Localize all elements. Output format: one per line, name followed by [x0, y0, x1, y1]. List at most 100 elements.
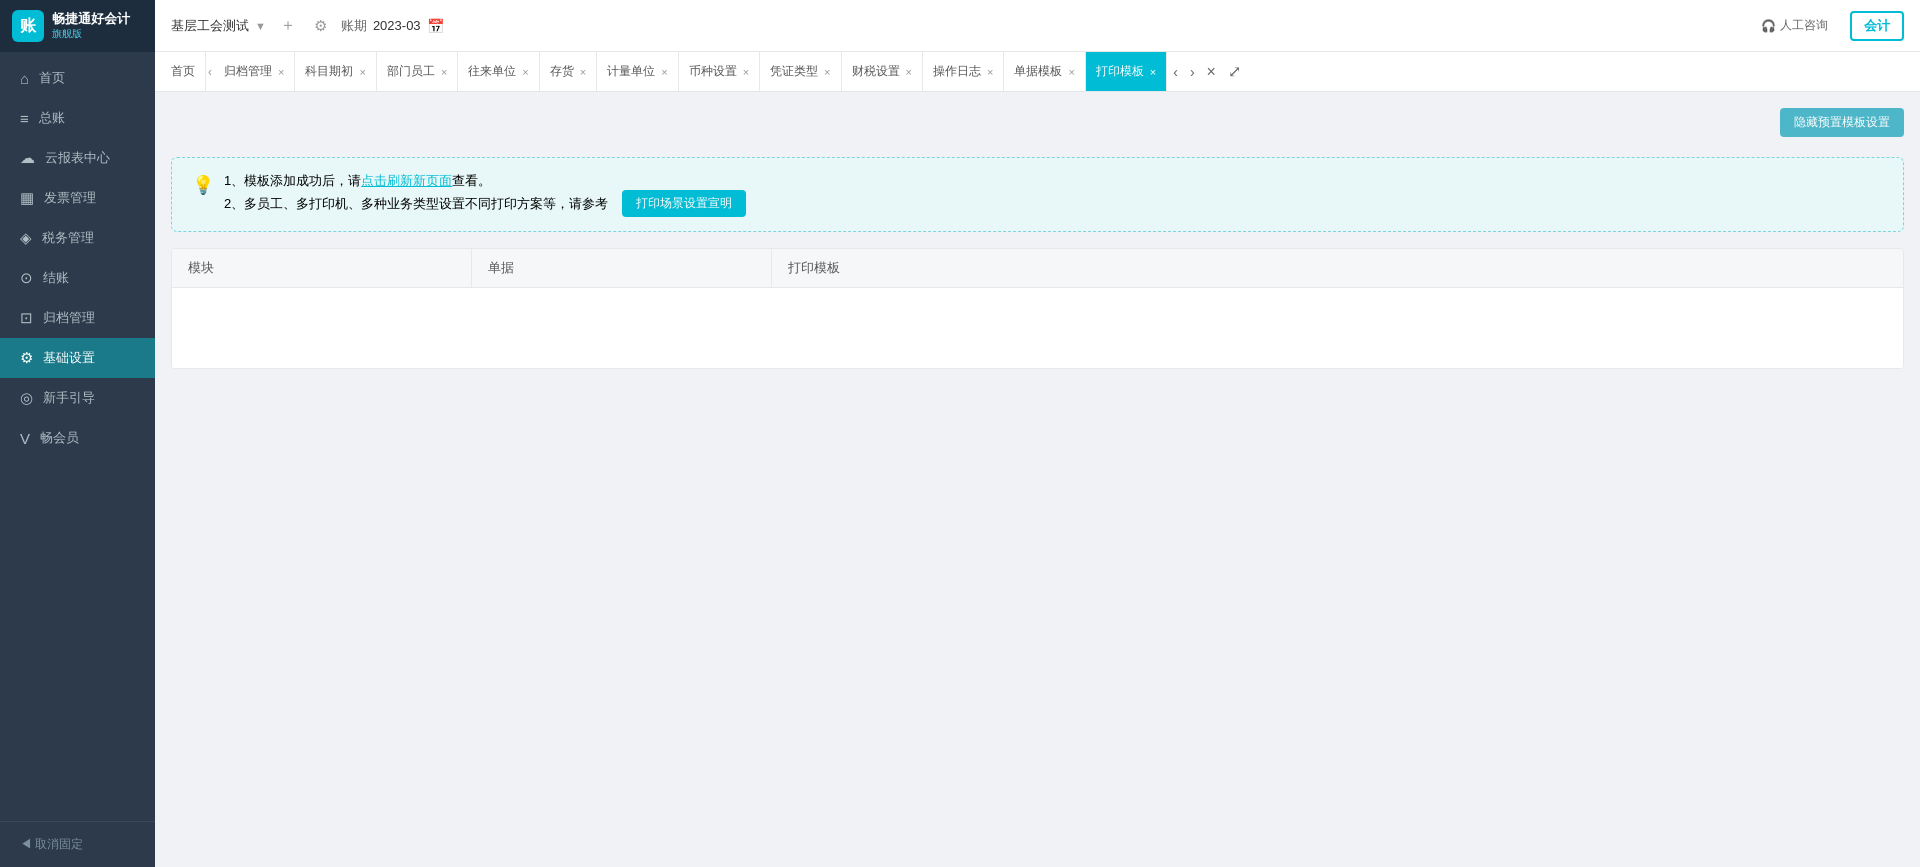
guide-icon: ◎ [20, 389, 33, 407]
tab-supplier-label: 往来单位 [468, 63, 516, 80]
member-icon: V [20, 430, 30, 447]
tab-subject[interactable]: 科目期初 × [295, 52, 376, 92]
tab-measure[interactable]: 计量单位 × [597, 52, 678, 92]
settings-icon: ⚙ [20, 349, 33, 367]
tab-receipt-close[interactable]: × [1068, 66, 1074, 78]
sidebar-item-archive[interactable]: ⊡ 归档管理 [0, 298, 155, 338]
info-box: 💡 1、模板添加成功后，请点击刷新新页面查看。 2、多员工、多打印机、多种业务类… [171, 157, 1904, 232]
topbar: 基层工会测试 ▼ ＋ ⚙ 账期 2023-03 📅 🎧 人工咨询 会计 [155, 0, 1920, 52]
tab-department-label: 部门员工 [387, 63, 435, 80]
sidebar-item-tax[interactable]: ◈ 税务管理 [0, 218, 155, 258]
headset-icon: 🎧 [1761, 19, 1776, 33]
archive-icon: ⊡ [20, 309, 33, 327]
data-table: 模块 单据 打印模板 [171, 248, 1904, 369]
sidebar-item-closing-label: 结账 [43, 269, 69, 287]
col-module: 模块 [172, 249, 472, 287]
tab-expand-button[interactable]: ⤢ [1222, 52, 1247, 92]
tab-nav-prev[interactable]: ‹ [1167, 52, 1184, 92]
help-button[interactable]: 🎧 人工咨询 [1761, 17, 1828, 34]
tab-print[interactable]: 打印模板 × [1086, 52, 1167, 92]
tabbar: 首页 ‹ 归档管理 × 科目期初 × 部门员工 × 往来单位 × 存货 × 计量… [155, 52, 1920, 92]
tab-home[interactable]: 首页 [161, 52, 206, 92]
tab-archive-close[interactable]: × [278, 66, 284, 78]
sidebar-item-closing[interactable]: ⊙ 结账 [0, 258, 155, 298]
calendar-icon[interactable]: 📅 [427, 18, 444, 34]
tab-department[interactable]: 部门员工 × [377, 52, 458, 92]
sidebar-item-guide-label: 新手引导 [43, 389, 95, 407]
company-selector[interactable]: 基层工会测试 ▼ [171, 17, 266, 35]
sidebar-item-ledger-label: 总账 [39, 109, 65, 127]
sidebar-item-ledger[interactable]: ≡ 总账 [0, 98, 155, 138]
sidebar-item-member-label: 畅会员 [40, 429, 79, 447]
tab-voucher-close[interactable]: × [824, 66, 830, 78]
tab-department-close[interactable]: × [441, 66, 447, 78]
lightbulb-icon: 💡 [192, 174, 214, 196]
logo-area: 账 畅捷通好会计 旗舰版 [0, 0, 155, 52]
sidebar-item-member[interactable]: V 畅会员 [0, 418, 155, 458]
tab-subject-close[interactable]: × [359, 66, 365, 78]
sidebar-item-guide[interactable]: ◎ 新手引导 [0, 378, 155, 418]
tab-inventory-label: 存货 [550, 63, 574, 80]
hide-preview-button[interactable]: 隐藏预置模板设置 [1780, 108, 1904, 137]
tab-receipt[interactable]: 单据模板 × [1004, 52, 1085, 92]
tab-chevron: ‹ [206, 65, 214, 79]
ledger-icon: ≡ [20, 110, 29, 127]
sidebar-item-settings[interactable]: ⚙ 基础设置 [0, 338, 155, 378]
tab-subject-label: 科目期初 [305, 63, 353, 80]
info-line2: 2、多员工、多打印机、多种业务类型设置不同打印方案等，请参考 打印场景设置宣明 [224, 190, 746, 217]
tab-home-label: 首页 [171, 63, 195, 80]
sidebar-nav: ⌂ 首页 ≡ 总账 ☁ 云报表中心 ▦ 发票管理 ◈ 税务管理 ⊙ 结账 ⊡ 归… [0, 52, 155, 821]
tab-measure-label: 计量单位 [607, 63, 655, 80]
tab-supplier[interactable]: 往来单位 × [458, 52, 539, 92]
tab-voucher-label: 凭证类型 [770, 63, 818, 80]
settings-cog-button[interactable]: ⚙ [310, 17, 331, 35]
sidebar-item-home[interactable]: ⌂ 首页 [0, 58, 155, 98]
info-refresh-link[interactable]: 点击刷新新页面 [361, 173, 452, 188]
sidebar-item-invoice-label: 发票管理 [44, 189, 96, 207]
sidebar-item-reports-label: 云报表中心 [45, 149, 110, 167]
reports-icon: ☁ [20, 149, 35, 167]
tab-archive[interactable]: 归档管理 × [214, 52, 295, 92]
info-text-after: 查看。 [452, 173, 491, 188]
closing-icon: ⊙ [20, 269, 33, 287]
add-tab-button[interactable]: ＋ [276, 15, 300, 36]
tab-nav-next[interactable]: › [1184, 52, 1201, 92]
tab-taxsettings-close[interactable]: × [906, 66, 912, 78]
logo-icon: 账 [12, 10, 44, 42]
sidebar-item-reports[interactable]: ☁ 云报表中心 [0, 138, 155, 178]
tab-taxsettings[interactable]: 财税设置 × [842, 52, 923, 92]
tab-oplog[interactable]: 操作日志 × [923, 52, 1004, 92]
accountant-button[interactable]: 会计 [1850, 11, 1904, 41]
tab-voucher[interactable]: 凭证类型 × [760, 52, 841, 92]
col-print-template: 打印模板 [772, 249, 1903, 287]
tax-icon: ◈ [20, 229, 32, 247]
period-selector: 账期 2023-03 📅 [341, 17, 444, 35]
period-label: 账期 [341, 17, 367, 35]
tab-currency[interactable]: 币种设置 × [679, 52, 760, 92]
info-line1: 1、模板添加成功后，请点击刷新新页面查看。 [224, 172, 746, 190]
home-icon: ⌂ [20, 70, 29, 87]
sidebar-unpin[interactable]: ◀ 取消固定 [0, 821, 155, 867]
sidebar-footer-label: ◀ 取消固定 [20, 836, 83, 853]
help-label: 人工咨询 [1780, 17, 1828, 34]
tab-supplier-close[interactable]: × [522, 66, 528, 78]
tab-taxsettings-label: 财税设置 [852, 63, 900, 80]
print-scene-button[interactable]: 打印场景设置宣明 [622, 190, 746, 217]
tab-inventory-close[interactable]: × [580, 66, 586, 78]
tab-archive-label: 归档管理 [224, 63, 272, 80]
tab-inventory[interactable]: 存货 × [540, 52, 597, 92]
tab-close-all-button[interactable]: × [1201, 52, 1222, 92]
tab-receipt-label: 单据模板 [1014, 63, 1062, 80]
logo-text: 畅捷通好会计 旗舰版 [52, 11, 130, 41]
tab-currency-close[interactable]: × [743, 66, 749, 78]
tab-oplog-close[interactable]: × [987, 66, 993, 78]
sidebar-item-invoice[interactable]: ▦ 发票管理 [0, 178, 155, 218]
sidebar: 账 畅捷通好会计 旗舰版 ⌂ 首页 ≡ 总账 ☁ 云报表中心 ▦ 发票管理 ◈ … [0, 0, 155, 867]
sidebar-item-tax-label: 税务管理 [42, 229, 94, 247]
info-text-before: 1、模板添加成功后，请 [224, 173, 361, 188]
tab-print-close[interactable]: × [1150, 66, 1156, 78]
company-dropdown-icon: ▼ [255, 20, 266, 32]
tab-currency-label: 币种设置 [689, 63, 737, 80]
sidebar-item-settings-label: 基础设置 [43, 349, 95, 367]
tab-measure-close[interactable]: × [661, 66, 667, 78]
